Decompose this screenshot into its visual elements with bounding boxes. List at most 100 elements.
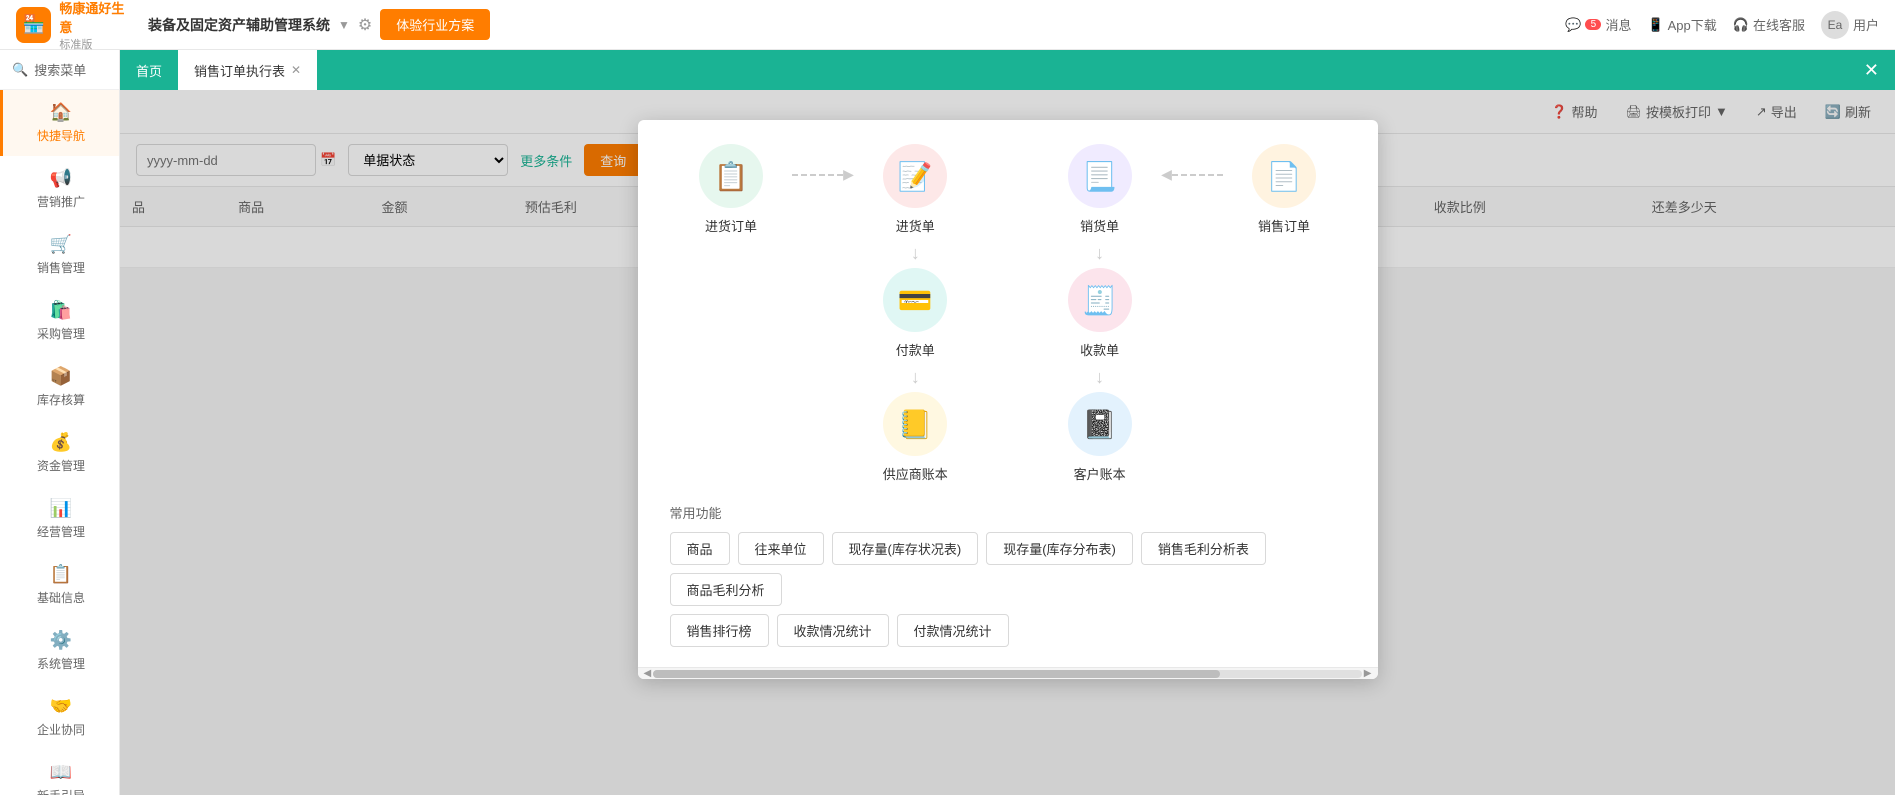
arrow-sales-order-to-bill: ◀ — [1161, 144, 1222, 183]
flow-node-purchase-bill[interactable]: 📝 进货单 — [854, 144, 977, 235]
sidebar-item-sales[interactable]: 🛒 销售管理 — [0, 222, 119, 288]
customer-ledger-icon: 📓 — [1068, 392, 1132, 456]
sidebar-item-quick-nav[interactable]: 🏠 快捷导航 — [0, 90, 119, 156]
supplier-ledger-icon: 📒 — [883, 392, 947, 456]
func-btn-sales-rank[interactable]: 销售排行榜 — [670, 614, 769, 647]
tab-sales-order[interactable]: 销售订单执行表 ✕ — [178, 50, 317, 90]
tab-close-main-icon[interactable]: ✕ — [1848, 60, 1895, 81]
func-btn-stock-dist[interactable]: 现存量(库存分布表) — [986, 532, 1133, 565]
system-icon: ⚙️ — [50, 630, 72, 651]
message-item[interactable]: 💬 5 消息 — [1565, 15, 1631, 34]
trial-button[interactable]: 体验行业方案 — [380, 9, 490, 40]
sidebar-item-label-quick-nav: 快捷导航 — [37, 127, 85, 144]
headset-icon: 🎧 — [1733, 17, 1749, 33]
scroll-right-icon[interactable]: ▶ — [1362, 668, 1374, 679]
sidebar-search[interactable]: 🔍 搜索菜单 — [0, 50, 119, 90]
inventory-icon: 📦 — [50, 366, 72, 387]
app-download-label: App下载 — [1668, 15, 1717, 34]
user-item[interactable]: Ea 用户 — [1821, 11, 1879, 39]
sidebar-item-finance[interactable]: 💰 资金管理 — [0, 420, 119, 486]
sidebar-item-newbie[interactable]: 📖 新手引导 — [0, 750, 119, 795]
sidebar-item-inventory[interactable]: 📦 库存核算 — [0, 354, 119, 420]
func-btn-sales-profit[interactable]: 销售毛利分析表 — [1141, 532, 1266, 565]
system-dropdown-icon[interactable]: ▼ — [338, 18, 350, 32]
purchase-order-label: 进货订单 — [705, 216, 757, 235]
flow-node-receipt-bill[interactable]: 🧾 收款单 — [1038, 268, 1161, 359]
marketing-icon: 📢 — [50, 168, 72, 189]
func-btn-contacts[interactable]: 往来单位 — [738, 532, 824, 565]
customer-ledger-label: 客户账本 — [1074, 464, 1126, 483]
sidebar-item-operations[interactable]: 📊 经营管理 — [0, 486, 119, 552]
flow-node-purchase-order[interactable]: 📋 进货订单 — [670, 144, 793, 235]
common-functions-title: 常用功能 — [670, 503, 1346, 522]
purchase-icon: 🛍️ — [50, 300, 72, 321]
sidebar-item-label-system: 系统管理 — [37, 655, 85, 672]
scroll-left-icon[interactable]: ◀ — [642, 668, 654, 679]
main-layout: 🔍 搜索菜单 🏠 快捷导航 📢 营销推广 🛒 销售管理 🛍️ 采购管理 📦 库存… — [0, 50, 1895, 795]
logo-icon: 🏪 — [16, 7, 51, 43]
flow-node-customer-ledger[interactable]: 📓 客户账本 — [1038, 392, 1161, 483]
sales-bill-label: 销货单 — [1080, 216, 1119, 235]
sidebar-item-label-operations: 经营管理 — [37, 523, 85, 540]
receipt-bill-label: 收款单 — [1080, 340, 1119, 359]
search-icon: 🔍 — [12, 62, 28, 78]
scrollbar-track[interactable] — [653, 670, 1362, 678]
arrow-down-receipt: ↓ — [1038, 367, 1161, 388]
top-bar-right: 💬 5 消息 📱 App下载 🎧 在线客服 Ea 用户 — [1565, 11, 1879, 39]
finance-icon: 💰 — [50, 432, 72, 453]
sales-order-icon: 📄 — [1252, 144, 1316, 208]
func-btn-goods[interactable]: 商品 — [670, 532, 730, 565]
sidebar-item-basic-info[interactable]: 📋 基础信息 — [0, 552, 119, 618]
tab-close-icon[interactable]: ✕ — [291, 63, 301, 77]
func-btn-stock-status[interactable]: 现存量(库存状况表) — [832, 532, 979, 565]
payment-bill-label: 付款单 — [896, 340, 935, 359]
sidebar-item-label-marketing: 营销推广 — [37, 193, 85, 210]
app-download-item[interactable]: 📱 App下载 — [1647, 15, 1716, 34]
func-btn-receipt-stats[interactable]: 收款情况统计 — [777, 614, 889, 647]
payment-bill-icon: 💳 — [883, 268, 947, 332]
supplier-ledger-label: 供应商账本 — [883, 464, 948, 483]
func-btn-goods-profit[interactable]: 商品毛利分析 — [670, 573, 782, 606]
online-service-label: 在线客服 — [1753, 15, 1805, 34]
content-area: 首页 销售订单执行表 ✕ ✕ ❓ 帮助 🖨 按模板打印 ▼ — [120, 50, 1895, 795]
online-service-item[interactable]: 🎧 在线客服 — [1733, 15, 1805, 34]
flow-row-2: 💳 付款单 🧾 收款单 — [670, 268, 1346, 359]
sidebar-item-enterprise[interactable]: 🤝 企业协同 — [0, 684, 119, 750]
flow-row-4: 📒 供应商账本 📓 客户账本 — [670, 392, 1346, 483]
home-icon: 🏠 — [50, 102, 72, 123]
flow-node-supplier-ledger[interactable]: 📒 供应商账本 — [854, 392, 977, 483]
tab-sales-order-label: 销售订单执行表 — [194, 61, 285, 80]
modal-content: 📋 进货订单 ▶ 📝 进货单 — [638, 120, 1378, 667]
message-icon: 💬 — [1565, 17, 1581, 33]
flow-row-0: 📋 进货订单 ▶ 📝 进货单 — [670, 144, 1346, 235]
user-name-label: 用户 — [1853, 15, 1879, 34]
receipt-bill-icon: 🧾 — [1068, 268, 1132, 332]
tab-bar: 首页 销售订单执行表 ✕ ✕ — [120, 50, 1895, 90]
func-btn-payment-stats[interactable]: 付款情况统计 — [897, 614, 1009, 647]
phone-icon: 📱 — [1647, 17, 1663, 33]
flow-node-payment-bill[interactable]: 💳 付款单 — [854, 268, 977, 359]
top-bar-center: 装备及固定资产辅助管理系统 ▼ ⚙ 体验行业方案 — [148, 9, 1553, 40]
arrow-down-payment: ↓ — [854, 367, 977, 388]
modal-box: 📋 进货订单 ▶ 📝 进货单 — [638, 120, 1378, 679]
sales-order-label: 销售订单 — [1258, 216, 1310, 235]
func-buttons-row1: 商品 往来单位 现存量(库存状况表) 现存量(库存分布表) 销售毛利分析表 商品… — [670, 532, 1346, 606]
tab-home[interactable]: 首页 — [120, 50, 178, 90]
flow-node-sales-order[interactable]: 📄 销售订单 — [1223, 144, 1346, 235]
arrow-down-sales: ↓ — [1038, 243, 1161, 264]
sidebar-item-marketing[interactable]: 📢 营销推广 — [0, 156, 119, 222]
basic-info-icon: 📋 — [50, 564, 72, 585]
logo-text: 畅康通好生意 标准版 — [59, 0, 136, 52]
purchase-order-icon: 📋 — [699, 144, 763, 208]
modal-overlay: 📋 进货订单 ▶ 📝 进货单 — [120, 90, 1895, 795]
logo-area: 🏪 畅康通好生意 标准版 — [16, 0, 136, 52]
common-functions: 常用功能 商品 往来单位 现存量(库存状况表) 现存量(库存分布表) 销售毛利分… — [670, 503, 1346, 647]
message-badge: 5 — [1585, 19, 1601, 30]
system-title: 装备及固定资产辅助管理系统 — [148, 15, 330, 35]
flow-node-sales-bill[interactable]: 📃 销货单 — [1038, 144, 1161, 235]
func-buttons-row2: 销售排行榜 收款情况统计 付款情况统计 — [670, 614, 1346, 647]
sales-icon: 🛒 — [50, 234, 72, 255]
sidebar-item-system[interactable]: ⚙️ 系统管理 — [0, 618, 119, 684]
sidebar-item-purchase[interactable]: 🛍️ 采购管理 — [0, 288, 119, 354]
gear-icon[interactable]: ⚙ — [358, 15, 372, 35]
